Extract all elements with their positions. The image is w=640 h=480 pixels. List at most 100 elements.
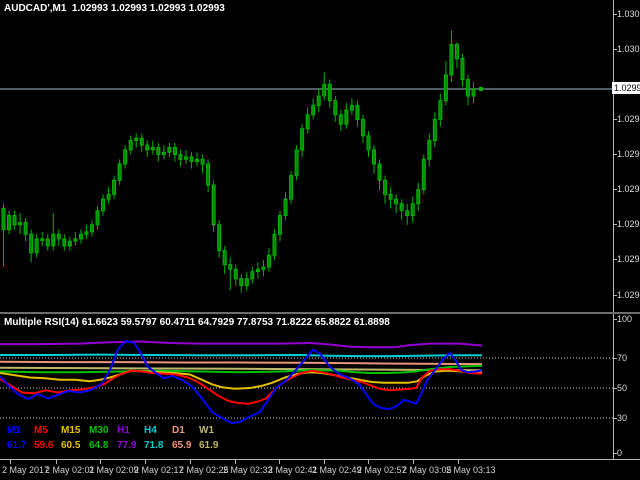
candle-body: [366, 135, 371, 151]
rsi-axis-label: 100: [617, 314, 633, 324]
candle-body: [466, 79, 471, 97]
candle-body: [161, 151, 166, 155]
candle-body: [443, 74, 448, 102]
price-axis-label: 1.02965: [617, 149, 640, 159]
price-axis-label: 1.03025: [617, 9, 640, 19]
candle-body: [222, 250, 227, 266]
candle-body: [272, 233, 277, 256]
candle-body: [45, 238, 50, 247]
candle-body: [156, 147, 161, 155]
rsi-axis-label: 30: [617, 413, 628, 423]
rsi-legend-value-H1: 77.9: [117, 440, 137, 451]
candle-body: [449, 44, 454, 76]
rsi-line-W1: [0, 366, 483, 372]
rsi-axis-label: 0: [617, 448, 623, 458]
candle-body: [322, 83, 327, 97]
candle-body: [84, 231, 89, 235]
candle-body: [316, 95, 321, 106]
time-axis-tick: [413, 460, 414, 464]
price-axis-line: [613, 0, 614, 459]
candle-body: [338, 114, 343, 125]
candle-body: [62, 238, 67, 247]
candle-body: [29, 233, 34, 254]
candle-body: [150, 147, 155, 151]
chart-title: AUDCAD',M1 1.02993 1.02993 1.02993 1.029…: [4, 3, 225, 14]
candle-body: [399, 203, 404, 212]
rsi-legend-value-D1: 65.9: [172, 440, 192, 451]
candle-body: [377, 163, 382, 181]
candle-body: [283, 198, 288, 217]
candle-body: [460, 58, 465, 81]
candle-body: [51, 233, 56, 247]
candle-body: [78, 233, 83, 240]
price-axis-label: 1.02980: [617, 114, 640, 124]
candle-body: [355, 104, 360, 121]
time-axis-tick: [145, 460, 146, 464]
time-axis-tick: [56, 460, 57, 464]
candle-body: [250, 271, 255, 280]
candle-body: [7, 215, 12, 231]
time-axis-label: 2 May 03:05: [402, 465, 452, 475]
candle-body: [172, 147, 177, 155]
time-axis-line: [0, 459, 640, 460]
candle-body: [101, 198, 106, 212]
time-axis-label: 2 May 02:41: [268, 465, 318, 475]
price-chart-area[interactable]: [0, 0, 613, 312]
candle-body: [421, 158, 426, 191]
candle-body: [454, 44, 459, 60]
time-axis-label: 2 May 02:25: [179, 465, 229, 475]
candle-body: [56, 233, 61, 240]
time-axis-label: 2 May 03:13: [446, 465, 496, 475]
candle-body: [372, 149, 377, 165]
candle-body: [471, 88, 476, 97]
candle-body: [327, 83, 332, 102]
candle-body: [123, 149, 128, 165]
rsi-indicator-area[interactable]: [0, 315, 613, 459]
candle-body: [112, 179, 117, 195]
rsi-line-D1: [0, 360, 483, 366]
candle-body: [344, 109, 349, 125]
rsi-legend-timeframe-M1: M1: [7, 425, 21, 436]
time-axis-label: 2 May 02:49: [312, 465, 362, 475]
candle-body: [405, 210, 410, 217]
candle-body: [134, 137, 139, 141]
candle-body: [228, 264, 233, 270]
candle-body: [233, 268, 238, 280]
rsi-legend-timeframe-M5: M5: [34, 425, 48, 436]
price-axis-label: 1.02950: [617, 184, 640, 194]
candle-body: [95, 210, 100, 226]
candle-body: [255, 268, 260, 273]
rsi-line-M15: [0, 369, 483, 390]
rsi-line-H4: [0, 353, 482, 358]
rsi-legend-timeframe-M30: M30: [89, 425, 109, 436]
candle-body: [388, 193, 393, 200]
rsi-line-H1: [0, 340, 483, 349]
candle-body: [410, 203, 415, 216]
candle-body: [89, 224, 94, 233]
candle-body: [73, 238, 78, 242]
candle-body: [416, 189, 421, 205]
candle-body: [40, 238, 45, 241]
chart-window: AUDCAD',M1 1.02993 1.02993 1.02993 1.029…: [0, 0, 640, 480]
price-axis-label: 1.02920: [617, 254, 640, 264]
rsi-legend-value-M5: 59.6: [34, 440, 54, 451]
candle-body: [311, 104, 316, 116]
price-axis-label: 1.02905: [617, 290, 640, 300]
candle-body: [145, 144, 150, 151]
time-axis-label: 2 May 02:09: [89, 465, 139, 475]
panel-separator[interactable]: [0, 312, 640, 314]
rsi-indicator-title: Multiple RSI(14) 61.6623 59.5797 60.4711…: [4, 317, 390, 328]
time-axis-tick: [235, 460, 236, 464]
time-axis-tick: [324, 460, 325, 464]
candle-body: [1, 207, 6, 230]
time-axis-label: 2 May 02:57: [357, 465, 407, 475]
candle-body: [266, 254, 271, 268]
candle-body: [217, 224, 222, 252]
candle-body: [139, 137, 144, 146]
candle-body: [261, 266, 266, 270]
time-axis-tick: [10, 460, 11, 464]
rsi-legend-timeframe-M15: M15: [61, 425, 81, 436]
time-axis-tick: [368, 460, 369, 464]
candle-body: [167, 147, 172, 153]
candle-body: [394, 198, 399, 205]
